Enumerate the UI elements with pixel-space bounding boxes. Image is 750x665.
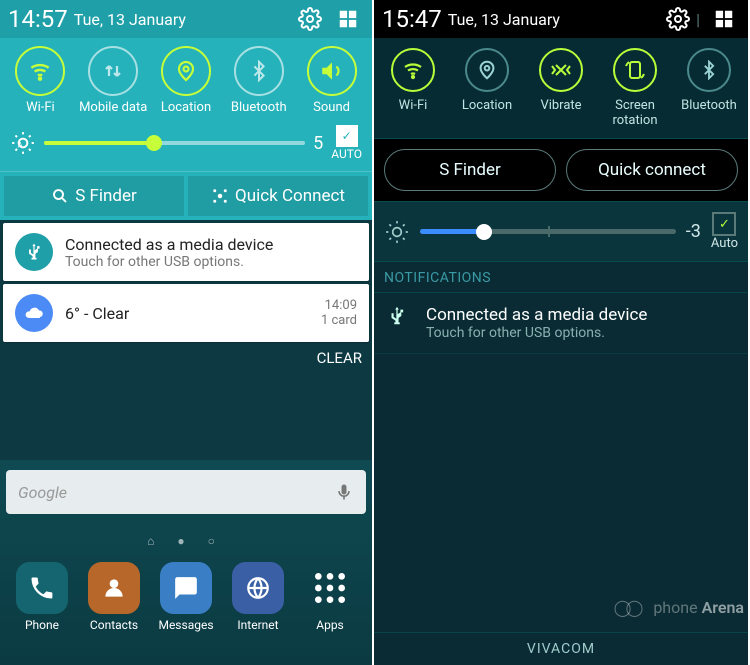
search-icon (51, 187, 69, 205)
brightness-icon: A (10, 130, 36, 156)
brightness-auto[interactable]: ✓ Auto (711, 212, 738, 251)
notif-title: Connected as a media device (65, 235, 357, 254)
checkmark-icon: ✓ (336, 125, 358, 147)
mobile-data-icon (88, 46, 138, 96)
watermark: ◯◯ phoneArena (614, 598, 744, 617)
brightness-slider[interactable] (44, 141, 305, 145)
quick-connect-button[interactable]: Quick connect (566, 149, 738, 191)
contacts-icon (88, 562, 140, 614)
home-screen: Google ⌂ ● ○ Phone Contacts (0, 460, 372, 665)
location-icon (161, 46, 211, 96)
s-finder-button[interactable]: S Finder (384, 149, 556, 191)
wifi-icon (391, 48, 435, 92)
settings-icon[interactable] (294, 3, 326, 35)
brightness-row: -3 ✓ Auto (374, 201, 748, 262)
rotation-icon (613, 48, 657, 92)
checkmark-icon: ✓ (712, 212, 736, 236)
usb-icon (15, 233, 53, 271)
svg-text:A: A (18, 140, 23, 149)
brightness-auto[interactable]: ✓ AUTO (331, 125, 362, 161)
google-placeholder: Google (18, 483, 67, 502)
carrier-label: VIVACOM (374, 632, 748, 665)
cloud-icon (15, 294, 53, 332)
slider-thumb-icon (146, 135, 162, 151)
bluetooth-icon (687, 48, 731, 92)
notification-card-usb[interactable]: Connected as a media device Touch for ot… (374, 293, 748, 354)
notif-title: 6° - Clear (65, 304, 309, 323)
brightness-value: -3 (686, 221, 701, 242)
apps-icon (304, 562, 356, 614)
notif-subtitle: Touch for other USB options. (65, 254, 357, 270)
status-bar: 14:57 Tue, 13 January (0, 0, 372, 38)
status-time: 14:57 (8, 5, 68, 33)
quick-toggles-row: Wi-Fi Mobile data Location Bluetooth Sou… (0, 38, 372, 119)
toggle-bluetooth[interactable]: Bluetooth (224, 46, 294, 115)
notification-card-usb[interactable]: Connected as a media device Touch for ot… (3, 223, 369, 281)
clear-button[interactable]: CLEAR (0, 345, 372, 369)
toggle-mobile-data[interactable]: Mobile data (78, 46, 148, 115)
notifications-header: NOTIFICATIONS (374, 262, 748, 293)
right-phone: 15:47 Tue, 13 January | Wi-Fi Location (374, 0, 748, 665)
notif-time: 14:09 (321, 298, 357, 313)
status-time: 15:47 (382, 5, 442, 33)
status-date: Tue, 13 January (448, 10, 560, 29)
vibrate-icon (539, 48, 583, 92)
status-bar: 15:47 Tue, 13 January | (374, 0, 748, 38)
notif-subtitle: Touch for other USB options. (426, 325, 647, 341)
sound-icon (307, 46, 357, 96)
status-date: Tue, 13 January (74, 10, 186, 29)
toggle-location[interactable]: Location (151, 46, 221, 115)
bluetooth-icon (234, 46, 284, 96)
dock: Phone Contacts Messages Internet (0, 562, 372, 632)
toggle-sound[interactable]: Sound (297, 46, 367, 115)
sfinder-row: S Finder Quick connect (374, 139, 748, 201)
page-indicator: ⌂ ● ○ (0, 520, 372, 562)
dock-phone[interactable]: Phone (10, 562, 74, 632)
globe-icon (232, 562, 284, 614)
left-phone: 14:57 Tue, 13 January Wi-Fi Mobile data (0, 0, 374, 665)
location-icon (465, 48, 509, 92)
notif-count: 1 card (321, 313, 357, 328)
dock-contacts[interactable]: Contacts (82, 562, 146, 632)
toggle-rotation[interactable]: Screen rotation (599, 48, 671, 128)
toggle-location[interactable]: Location (451, 48, 523, 128)
quick-connect-button[interactable]: Quick Connect (188, 176, 368, 216)
settings-icon[interactable] (662, 3, 694, 35)
usb-icon (386, 305, 414, 327)
s-finder-button[interactable]: S Finder (4, 176, 184, 216)
brightness-slider[interactable] (420, 229, 676, 234)
notif-title: Connected as a media device (426, 305, 647, 325)
mic-icon[interactable] (334, 482, 354, 502)
messages-icon (160, 562, 212, 614)
toggle-vibrate[interactable]: Vibrate (525, 48, 597, 128)
dock-apps[interactable]: Apps (298, 562, 362, 632)
grid-icon[interactable] (708, 3, 740, 35)
connect-icon (211, 187, 229, 205)
slider-thumb-icon (476, 224, 492, 240)
brightness-value: 5 (313, 133, 323, 154)
sfinder-row: S Finder Quick Connect (0, 171, 372, 220)
grid-icon[interactable] (332, 3, 364, 35)
toggle-wifi[interactable]: Wi-Fi (377, 48, 449, 128)
dock-internet[interactable]: Internet (226, 562, 290, 632)
google-search-bar[interactable]: Google (6, 470, 366, 514)
quick-toggles-row: Wi-Fi Location Vibrate Screen rotation B… (374, 38, 748, 139)
brightness-row: A 5 ✓ AUTO (0, 119, 372, 171)
notification-card-weather[interactable]: 6° - Clear 14:09 1 card (3, 284, 369, 342)
dock-messages[interactable]: Messages (154, 562, 218, 632)
toggle-bluetooth[interactable]: Bluetooth (673, 48, 745, 128)
toggle-wifi[interactable]: Wi-Fi (5, 46, 75, 115)
wifi-icon (15, 46, 65, 96)
brightness-icon (384, 219, 410, 245)
phone-icon (16, 562, 68, 614)
logo-icon: ◯◯ (614, 598, 638, 617)
